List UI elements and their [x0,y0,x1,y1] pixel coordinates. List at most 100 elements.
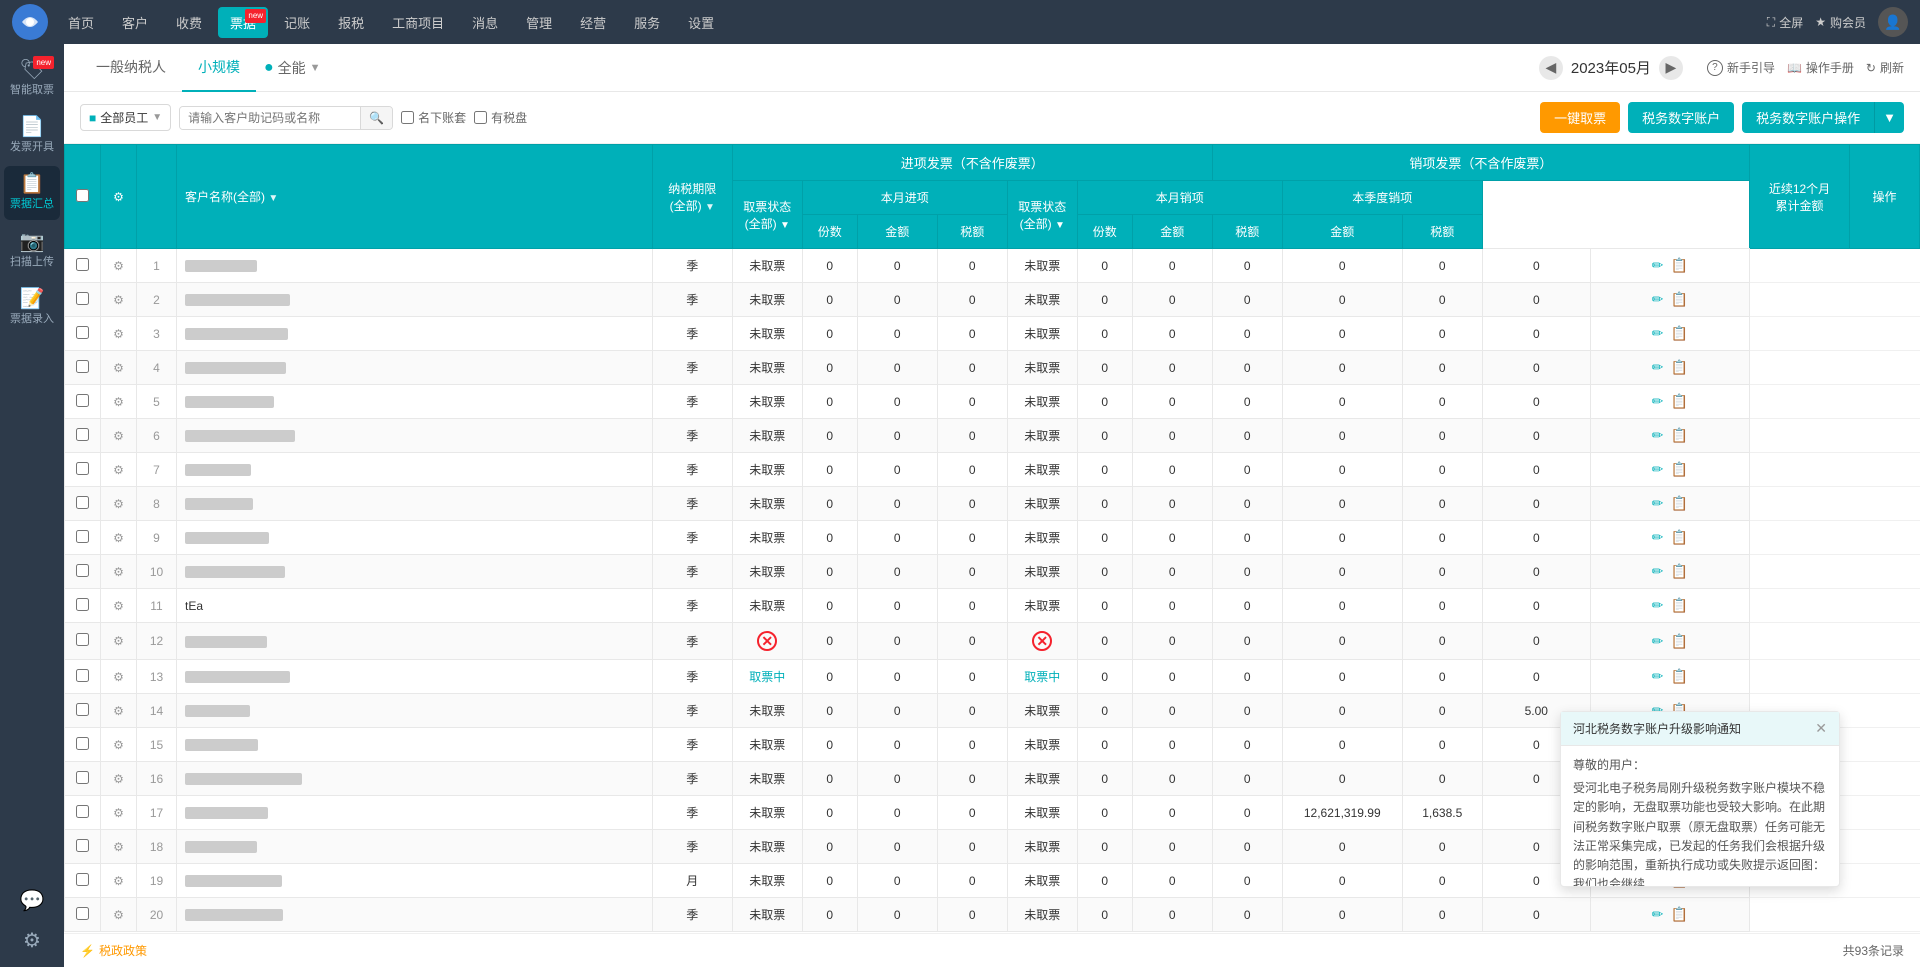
nav-service[interactable]: 服务 [622,7,672,38]
period-next-btn[interactable]: ▶ [1659,56,1683,80]
copy-icon[interactable]: 📋 [1671,633,1688,649]
one-click-ticket-btn[interactable]: 一键取票 [1540,102,1620,133]
row-checkbox[interactable] [76,633,89,646]
tab-general-taxpayer[interactable]: 一般纳税人 [80,44,182,92]
row-checkbox[interactable] [76,873,89,886]
row-checkbox[interactable] [76,805,89,818]
copy-icon[interactable]: 📋 [1671,906,1688,922]
edit-icon[interactable]: ✏ [1652,291,1664,307]
row-checkbox[interactable] [76,394,89,407]
copy-icon[interactable]: 📋 [1671,359,1688,375]
copy-icon[interactable]: 📋 [1671,427,1688,443]
row-period: 季 [652,249,732,283]
nav-accounting[interactable]: 记账 [272,7,322,38]
tax-digital-account-btn[interactable]: 税务数字账户 [1628,102,1734,133]
popup-close-btn[interactable]: ✕ [1815,720,1827,737]
row-checkbox[interactable] [76,292,89,305]
row-num: 16 [137,762,177,796]
avatar[interactable]: 👤 [1878,7,1908,37]
edit-icon[interactable]: ✏ [1652,633,1664,649]
tab-quaneng[interactable]: ● 全能 ▼ [256,58,329,78]
edit-icon[interactable]: ✏ [1652,529,1664,545]
nav-manage[interactable]: 管理 [514,7,564,38]
nav-fee[interactable]: 收费 [164,7,214,38]
search-input[interactable] [180,107,360,129]
edit-icon[interactable]: ✏ [1652,668,1664,684]
row-out-tax: 0 [1212,830,1282,864]
copy-icon[interactable]: 📋 [1671,495,1688,511]
checkbox-subaccount[interactable]: 名下账套 [401,109,466,126]
logo-icon[interactable] [12,4,48,40]
sidebar-item-ticket-summary[interactable]: 📋 票据汇总 [4,166,60,219]
edit-icon[interactable]: ✏ [1652,906,1664,922]
copy-icon[interactable]: 📋 [1671,529,1688,545]
row-out-amount: 0 [1132,385,1212,419]
row-checkbox[interactable] [76,360,89,373]
edit-icon[interactable]: ✏ [1652,597,1664,613]
refresh-btn[interactable]: ↻ 刷新 [1866,59,1904,76]
row-checkbox[interactable] [76,737,89,750]
row-checkbox[interactable] [76,669,89,682]
nav-settings[interactable]: 设置 [676,7,726,38]
row-checkbox[interactable] [76,564,89,577]
row-checkbox[interactable] [76,907,89,920]
edit-icon[interactable]: ✏ [1652,257,1664,273]
nav-business[interactable]: 工商项目 [380,7,456,38]
row-checkbox[interactable] [76,530,89,543]
row-checkbox[interactable] [76,258,89,271]
nav-message[interactable]: 消息 [460,7,510,38]
member-btn[interactable]: ★ 购会员 [1815,14,1866,31]
edit-icon[interactable]: ✏ [1652,495,1664,511]
copy-icon[interactable]: 📋 [1671,563,1688,579]
fullscreen-btn[interactable]: ⛶ 全屏 [1767,14,1803,31]
select-all-checkbox[interactable] [76,189,89,202]
row-checkbox[interactable] [76,839,89,852]
nav-ticket[interactable]: 票据 new [218,7,268,38]
period-prev-btn[interactable]: ◀ [1539,56,1563,80]
tab-small-scale[interactable]: 小规模 [182,44,256,92]
row-checkbox[interactable] [76,598,89,611]
nav-customer[interactable]: 客户 [110,7,160,38]
row-checkbox[interactable] [76,703,89,716]
row-checkbox[interactable] [76,428,89,441]
edit-icon[interactable]: ✏ [1652,325,1664,341]
copy-icon[interactable]: 📋 [1671,291,1688,307]
sidebar-item-invoice-open[interactable]: 📄 发票开具 [4,109,60,162]
nav-operation[interactable]: 经营 [568,7,618,38]
sidebar-item-ticket-entry[interactable]: 📝 票据录入 [4,281,60,334]
row-checkbox[interactable] [76,496,89,509]
edit-icon[interactable]: ✏ [1652,563,1664,579]
tax-policy-link[interactable]: ⚡ 税政政策 [80,942,147,959]
sidebar-item-gear[interactable]: ⚙ [4,923,60,959]
row-in-count: 0 [802,283,857,317]
tax-digital-account-action-btn[interactable]: 税务数字账户操作 [1742,102,1874,133]
nav-home[interactable]: 首页 [56,7,106,38]
copy-icon[interactable]: 📋 [1671,257,1688,273]
checkbox-taxpan[interactable]: 有税盘 [474,109,527,126]
subaccount-checkbox[interactable] [401,111,414,124]
edit-icon[interactable]: ✏ [1652,393,1664,409]
row-checkbox[interactable] [76,326,89,339]
new-guide-btn[interactable]: ? 新手引导 [1707,59,1775,76]
sidebar-item-chat[interactable]: 💬 [4,883,60,919]
edit-icon[interactable]: ✏ [1652,359,1664,375]
row-checkbox[interactable] [76,771,89,784]
sidebar-item-scan[interactable]: 📷 扫描上传 [4,224,60,277]
sidebar-item-smart-ticket[interactable]: 🏷 智能取票 new [4,52,60,105]
copy-icon[interactable]: 📋 [1671,597,1688,613]
copy-icon[interactable]: 📋 [1671,668,1688,684]
edit-icon[interactable]: ✏ [1652,461,1664,477]
employee-select[interactable]: ■ 全部员工 ▼ [80,104,171,131]
row-checkbox[interactable] [76,462,89,475]
manual-btn[interactable]: 📖 操作手册 [1787,59,1854,76]
row-out-status: 未取票 [1007,728,1077,762]
copy-icon[interactable]: 📋 [1671,325,1688,341]
row-actions: ✏ 📋 [1590,249,1749,283]
nav-tax[interactable]: 报税 [326,7,376,38]
search-button[interactable]: 🔍 [360,107,392,129]
edit-icon[interactable]: ✏ [1652,427,1664,443]
copy-icon[interactable]: 📋 [1671,461,1688,477]
tax-digital-account-dropdown-btn[interactable]: ▼ [1874,102,1904,133]
copy-icon[interactable]: 📋 [1671,393,1688,409]
taxpan-checkbox[interactable] [474,111,487,124]
